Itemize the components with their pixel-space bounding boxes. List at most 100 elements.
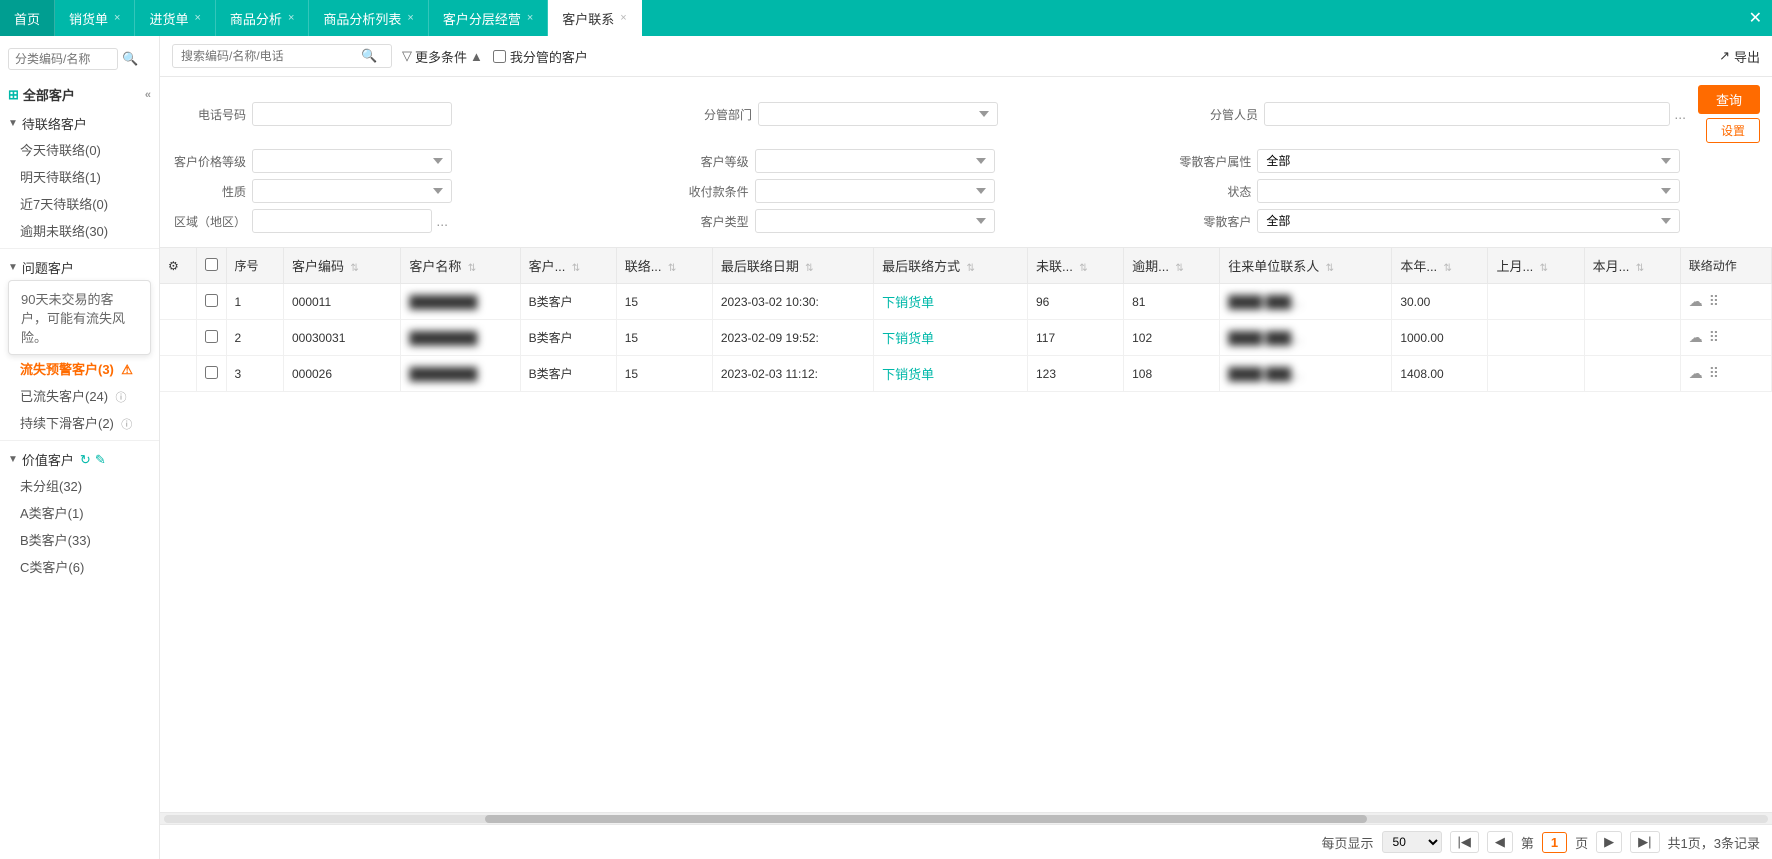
col-code[interactable]: 客户编码 ⇅	[283, 248, 400, 284]
sidebar-item-churn-warning[interactable]: 流失预警客户(3) ⚠	[0, 355, 159, 382]
sidebar-item-ungroup[interactable]: 未分组(32)	[0, 472, 159, 499]
row-checkbox[interactable]	[205, 366, 218, 379]
col-type[interactable]: 客户... ⇅	[520, 248, 616, 284]
export-btn[interactable]: ↗ 导出	[1719, 47, 1760, 66]
row-code: 00030031	[283, 320, 400, 356]
sidebar-item-today-contact[interactable]: 今天待联络(0)	[0, 136, 159, 163]
first-page-btn[interactable]: |◀	[1450, 831, 1479, 853]
search-icon[interactable]: 🔍	[361, 48, 377, 64]
row-method-link[interactable]: 下销货单	[882, 367, 934, 382]
declining-info-icon: ⓘ	[121, 419, 132, 431]
sidebar-item-7day-contact[interactable]: 近7天待联络(0)	[0, 190, 159, 217]
sidebar-search-icon[interactable]: 🔍	[122, 51, 138, 67]
prev-page-btn[interactable]: ◀	[1487, 831, 1513, 853]
zero-customer-select[interactable]: 全部	[1257, 209, 1680, 233]
tab-sales[interactable]: 销货单 ×	[55, 0, 135, 36]
tab-sales-close[interactable]: ×	[114, 12, 120, 24]
tab-goods-analysis-list[interactable]: 商品分析列表 ×	[309, 0, 428, 36]
phone-input[interactable]	[252, 102, 452, 126]
col-overdue[interactable]: 逾期... ⇅	[1124, 248, 1220, 284]
col-this-year-label: 本年...	[1400, 259, 1437, 274]
row-checkbox[interactable]	[205, 330, 218, 343]
customer-type-select[interactable]	[755, 209, 995, 233]
sidebar-all-customers[interactable]: ⊞ 全部客户 «	[0, 80, 159, 109]
sidebar-divider-1	[0, 248, 159, 249]
action-contact-icon[interactable]: ☁	[1689, 365, 1703, 382]
filter-field-payment: 收付款条件	[675, 179, 1178, 203]
action-more-icon[interactable]: ⠿	[1709, 293, 1719, 310]
main-layout: 🔍 ⊞ 全部客户 « ▼ 待联络客户 今天待联络(0) 明天待联络(1) 近7天…	[0, 36, 1772, 859]
settings-button[interactable]: 设置	[1706, 118, 1760, 143]
col-last-month[interactable]: 上月... ⇅	[1488, 248, 1584, 284]
row-method-link[interactable]: 下销货单	[882, 331, 934, 346]
row-this-year: 30.00	[1392, 284, 1488, 320]
region-input[interactable]	[252, 209, 432, 233]
row-action: ☁ ⠿	[1680, 284, 1771, 320]
col-contact-person[interactable]: 往来单位联系人 ⇅	[1220, 248, 1392, 284]
region-more-btn[interactable]: ...	[432, 213, 452, 229]
query-button[interactable]: 查询	[1698, 85, 1760, 114]
price-level-select[interactable]	[252, 149, 452, 173]
sidebar-collapse-icon[interactable]: «	[145, 89, 151, 101]
sidebar-search-input[interactable]	[8, 48, 118, 70]
window-close-btn[interactable]: ✕	[1749, 8, 1772, 28]
action-contact-icon[interactable]: ☁	[1689, 293, 1703, 310]
search-input[interactable]	[181, 49, 361, 63]
sidebar-item-class-a[interactable]: A类客户(1)	[0, 499, 159, 526]
value-edit-icon[interactable]: ✎	[95, 452, 106, 468]
customer-level-select[interactable]	[755, 149, 995, 173]
col-last-date[interactable]: 最后联络日期 ⇅	[712, 248, 873, 284]
export-icon: ↗	[1719, 48, 1730, 64]
row-method-link[interactable]: 下销货单	[882, 295, 934, 310]
col-this-month[interactable]: 本月... ⇅	[1584, 248, 1680, 284]
tab-goods-analysis-close[interactable]: ×	[288, 12, 294, 24]
action-more-icon[interactable]: ⠿	[1709, 329, 1719, 346]
sidebar-item-churned[interactable]: 已流失客户(24) ⓘ	[0, 382, 159, 409]
row-name: ████████	[401, 284, 520, 320]
scrollbar-thumb[interactable]	[485, 815, 1367, 823]
col-this-year[interactable]: 本年... ⇅	[1392, 248, 1488, 284]
sidebar-section-value[interactable]: ▼ 价值客户 ↻ ✎	[0, 445, 159, 472]
tab-customer-layer[interactable]: 客户分层经营 ×	[429, 0, 548, 36]
action-contact-icon[interactable]: ☁	[1689, 329, 1703, 346]
zero-customer-label: 零散客户	[1177, 213, 1257, 230]
action-more-icon[interactable]: ⠿	[1709, 365, 1719, 382]
col-contacts[interactable]: 联络... ⇅	[616, 248, 712, 284]
next-page-btn[interactable]: ▶	[1596, 831, 1622, 853]
manager-input[interactable]	[1264, 102, 1670, 126]
sidebar-item-overdue-contact[interactable]: 逾期未联络(30)	[0, 217, 159, 244]
col-settings[interactable]: ⚙	[160, 248, 196, 284]
sidebar-section-problem[interactable]: ▼ 问题客户	[0, 253, 159, 280]
sidebar-section-pending[interactable]: ▼ 待联络客户	[0, 109, 159, 136]
col-last-method[interactable]: 最后联络方式 ⇅	[874, 248, 1028, 284]
manager-more-btn[interactable]: ...	[1670, 106, 1690, 122]
tab-goods-list-close[interactable]: ×	[407, 12, 413, 24]
row-checkbox[interactable]	[205, 294, 218, 307]
tab-customer-contact-close[interactable]: ×	[620, 12, 626, 24]
sidebar-item-declining[interactable]: 持续下滑客户(2) ⓘ	[0, 409, 159, 436]
col-type-label: 客户...	[529, 259, 566, 274]
zero-attr-select[interactable]: 全部	[1257, 149, 1680, 173]
tab-customer-contact[interactable]: 客户联系 ×	[548, 0, 641, 36]
col-no-contact[interactable]: 未联... ⇅	[1028, 248, 1124, 284]
per-page-select[interactable]: 50	[1382, 831, 1442, 853]
col-name[interactable]: 客户名称 ⇅	[401, 248, 520, 284]
tab-purchase-close[interactable]: ×	[194, 12, 200, 24]
horizontal-scrollbar[interactable]	[160, 812, 1772, 824]
status-select[interactable]	[1257, 179, 1680, 203]
tab-home[interactable]: 首页	[0, 0, 55, 36]
sidebar-item-class-c[interactable]: C类客户(6)	[0, 553, 159, 580]
last-page-btn[interactable]: ▶|	[1630, 831, 1659, 853]
tab-purchase[interactable]: 进货单 ×	[135, 0, 215, 36]
tab-customer-layer-close[interactable]: ×	[527, 12, 533, 24]
more-conditions-btn[interactable]: ▽ 更多条件 ▲	[402, 47, 483, 66]
payment-select[interactable]	[755, 179, 995, 203]
gender-select[interactable]	[252, 179, 452, 203]
tab-goods-analysis[interactable]: 商品分析 ×	[216, 0, 309, 36]
select-all-checkbox[interactable]	[205, 258, 218, 271]
sidebar-item-tomorrow-contact[interactable]: 明天待联络(1)	[0, 163, 159, 190]
value-refresh-icon[interactable]: ↻	[80, 452, 91, 468]
my-customers-checkbox[interactable]	[493, 50, 506, 63]
sidebar-item-class-b[interactable]: B类客户(33)	[0, 526, 159, 553]
dept-select[interactable]	[758, 102, 998, 126]
